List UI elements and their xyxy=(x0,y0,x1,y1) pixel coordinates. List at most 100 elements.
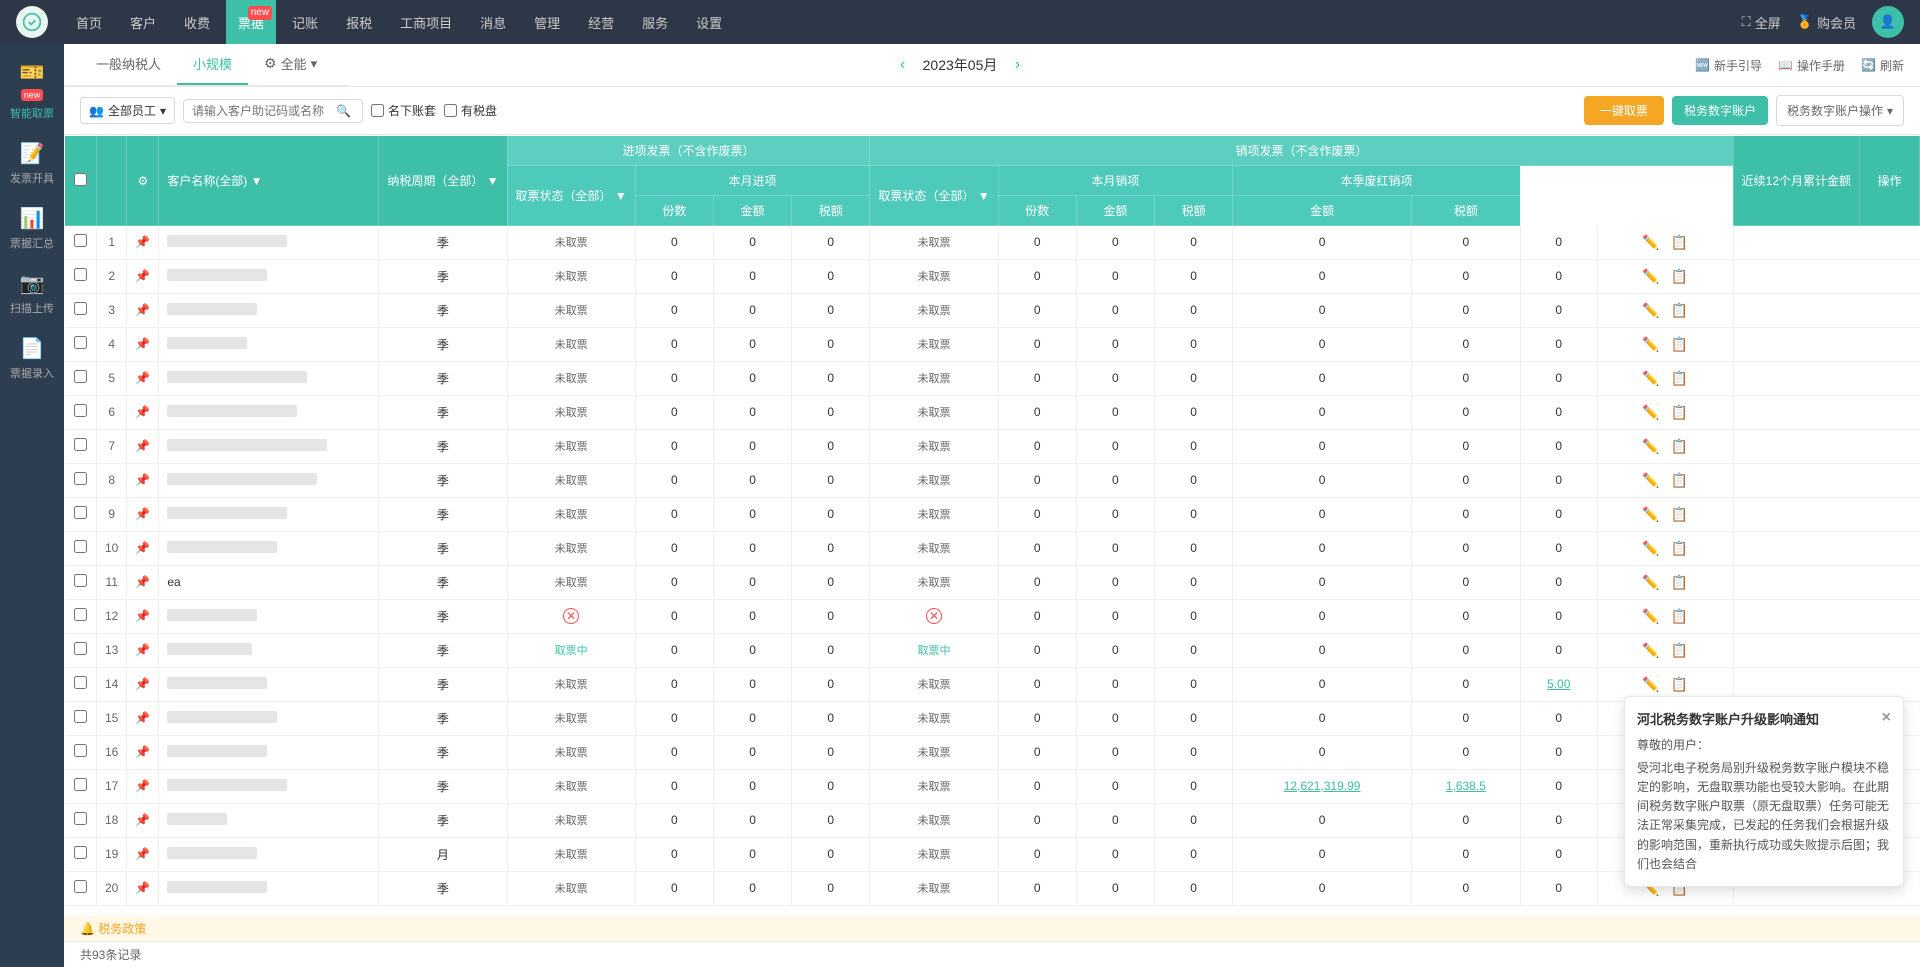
edit-btn[interactable]: ✏️ xyxy=(1638,674,1663,695)
edit-btn[interactable]: ✏️ xyxy=(1638,470,1663,491)
pin-icon[interactable]: 📌 xyxy=(135,779,150,793)
copy-btn[interactable]: 📋 xyxy=(1667,300,1692,321)
copy-btn[interactable]: 📋 xyxy=(1667,538,1692,559)
tax-disk-checkbox[interactable] xyxy=(444,104,457,117)
employee-select[interactable]: 👥 全部员工 ▾ xyxy=(80,97,175,124)
nav-business[interactable]: 工商项目 xyxy=(388,0,464,44)
row-checkbox[interactable] xyxy=(74,234,87,247)
copy-btn[interactable]: 📋 xyxy=(1667,606,1692,627)
edit-btn[interactable]: ✏️ xyxy=(1638,436,1663,457)
row-checkbox[interactable] xyxy=(74,370,87,383)
row-checkbox[interactable] xyxy=(74,302,87,315)
sub-account-checkbox[interactable] xyxy=(371,104,384,117)
copy-btn[interactable]: 📋 xyxy=(1667,640,1692,661)
fullscreen-btn[interactable]: ⛶ 全屏 xyxy=(1742,13,1781,32)
pin-icon[interactable]: 📌 xyxy=(135,337,150,351)
pin-icon[interactable]: 📌 xyxy=(135,405,150,419)
row-checkbox[interactable] xyxy=(74,540,87,553)
sidebar-item-smart-ticket[interactable]: 🎫 new 智能取票 xyxy=(4,52,60,129)
tab-general-taxpayer[interactable]: 一般纳税人 xyxy=(80,44,177,85)
pin-icon[interactable]: 📌 xyxy=(135,677,150,691)
row-checkbox[interactable] xyxy=(74,676,87,689)
manual-btn[interactable]: 📖 操作手册 xyxy=(1778,57,1845,74)
nav-messages[interactable]: 消息 xyxy=(468,0,518,44)
copy-btn[interactable]: 📋 xyxy=(1667,572,1692,593)
pin-icon[interactable]: 📌 xyxy=(135,473,150,487)
checkbox-sub-account[interactable]: 名下账套 xyxy=(371,102,436,119)
period-prev-btn[interactable]: ‹ xyxy=(891,53,915,77)
row-checkbox[interactable] xyxy=(74,744,87,757)
row-checkbox[interactable] xyxy=(74,710,87,723)
notice-close-btn[interactable]: × xyxy=(1882,709,1891,728)
copy-btn[interactable]: 📋 xyxy=(1667,674,1692,695)
pin-icon[interactable]: 📌 xyxy=(135,371,150,385)
pin-icon[interactable]: 📌 xyxy=(135,881,150,895)
row-checkbox[interactable] xyxy=(74,506,87,519)
nav-settings[interactable]: 设置 xyxy=(684,0,734,44)
row-checkbox[interactable] xyxy=(74,608,87,621)
row-checkbox[interactable] xyxy=(74,438,87,451)
nav-billing[interactable]: 收费 xyxy=(172,0,222,44)
policy-link[interactable]: 🔔 税务政策 xyxy=(80,922,146,936)
select-all-checkbox[interactable] xyxy=(74,173,87,186)
nav-service[interactable]: 服务 xyxy=(630,0,680,44)
pin-icon[interactable]: 📌 xyxy=(135,507,150,521)
pin-icon[interactable]: 📌 xyxy=(135,745,150,759)
row-checkbox[interactable] xyxy=(74,880,87,893)
copy-btn[interactable]: 📋 xyxy=(1667,232,1692,253)
copy-btn[interactable]: 📋 xyxy=(1667,266,1692,287)
edit-btn[interactable]: ✏️ xyxy=(1638,368,1663,389)
nav-tax[interactable]: 报税 xyxy=(334,0,384,44)
period-next-btn[interactable]: › xyxy=(1005,53,1029,77)
new-guide-btn[interactable]: 🆕 新手引导 xyxy=(1695,57,1762,74)
copy-btn[interactable]: 📋 xyxy=(1667,470,1692,491)
pin-icon[interactable]: 📌 xyxy=(135,303,150,317)
tab-all[interactable]: ⚙ 全能 ▾ xyxy=(248,44,333,85)
pin-icon[interactable]: 📌 xyxy=(135,847,150,861)
nav-home[interactable]: 首页 xyxy=(64,0,114,44)
nav-customer[interactable]: 客户 xyxy=(118,0,168,44)
red-tax-value[interactable]: 1,638.5 xyxy=(1446,779,1486,793)
row-checkbox[interactable] xyxy=(74,846,87,859)
copy-btn[interactable]: 📋 xyxy=(1667,436,1692,457)
pin-icon[interactable]: 📌 xyxy=(135,609,150,623)
row-checkbox[interactable] xyxy=(74,472,87,485)
digital-account-btn[interactable]: 税务数字账户 xyxy=(1672,96,1768,125)
pin-icon[interactable]: 📌 xyxy=(135,711,150,725)
edit-btn[interactable]: ✏️ xyxy=(1638,640,1663,661)
pin-icon[interactable]: 📌 xyxy=(135,269,150,283)
member-btn[interactable]: 🏅 购会员 xyxy=(1797,13,1856,32)
red-amount-value[interactable]: 12,621,319.99 xyxy=(1284,779,1361,793)
row-checkbox[interactable] xyxy=(74,642,87,655)
nav-invoice[interactable]: 票据 new xyxy=(226,0,276,44)
row-checkbox[interactable] xyxy=(74,268,87,281)
sidebar-item-invoice-open[interactable]: 📝 发票开具 xyxy=(4,133,60,194)
tab-small-scale[interactable]: 小规模 xyxy=(177,44,248,85)
digital-account-ops-btn[interactable]: 税务数字账户操作 ▾ xyxy=(1776,95,1904,126)
pin-icon[interactable]: 📌 xyxy=(135,541,150,555)
edit-btn[interactable]: ✏️ xyxy=(1638,266,1663,287)
row-checkbox[interactable] xyxy=(74,404,87,417)
search-icon[interactable]: 🔍 xyxy=(336,104,351,118)
copy-btn[interactable]: 📋 xyxy=(1667,402,1692,423)
edit-btn[interactable]: ✏️ xyxy=(1638,538,1663,559)
edit-btn[interactable]: ✏️ xyxy=(1638,606,1663,627)
copy-btn[interactable]: 📋 xyxy=(1667,504,1692,525)
checkbox-tax-disk[interactable]: 有税盘 xyxy=(444,102,497,119)
copy-btn[interactable]: 📋 xyxy=(1667,334,1692,355)
nav-accounting[interactable]: 记账 xyxy=(280,0,330,44)
row-checkbox[interactable] xyxy=(74,574,87,587)
nav-operations[interactable]: 经营 xyxy=(576,0,626,44)
cumulative-value[interactable]: 5.00 xyxy=(1547,677,1570,691)
quick-ticket-btn[interactable]: 一键取票 xyxy=(1584,96,1664,125)
edit-btn[interactable]: ✏️ xyxy=(1638,300,1663,321)
user-avatar[interactable]: 👤 xyxy=(1872,6,1904,38)
pin-icon[interactable]: 📌 xyxy=(135,439,150,453)
edit-btn[interactable]: ✏️ xyxy=(1638,232,1663,253)
pin-icon[interactable]: 📌 xyxy=(135,235,150,249)
row-checkbox[interactable] xyxy=(74,336,87,349)
edit-btn[interactable]: ✏️ xyxy=(1638,402,1663,423)
pin-icon[interactable]: 📌 xyxy=(135,813,150,827)
nav-management[interactable]: 管理 xyxy=(522,0,572,44)
edit-btn[interactable]: ✏️ xyxy=(1638,334,1663,355)
